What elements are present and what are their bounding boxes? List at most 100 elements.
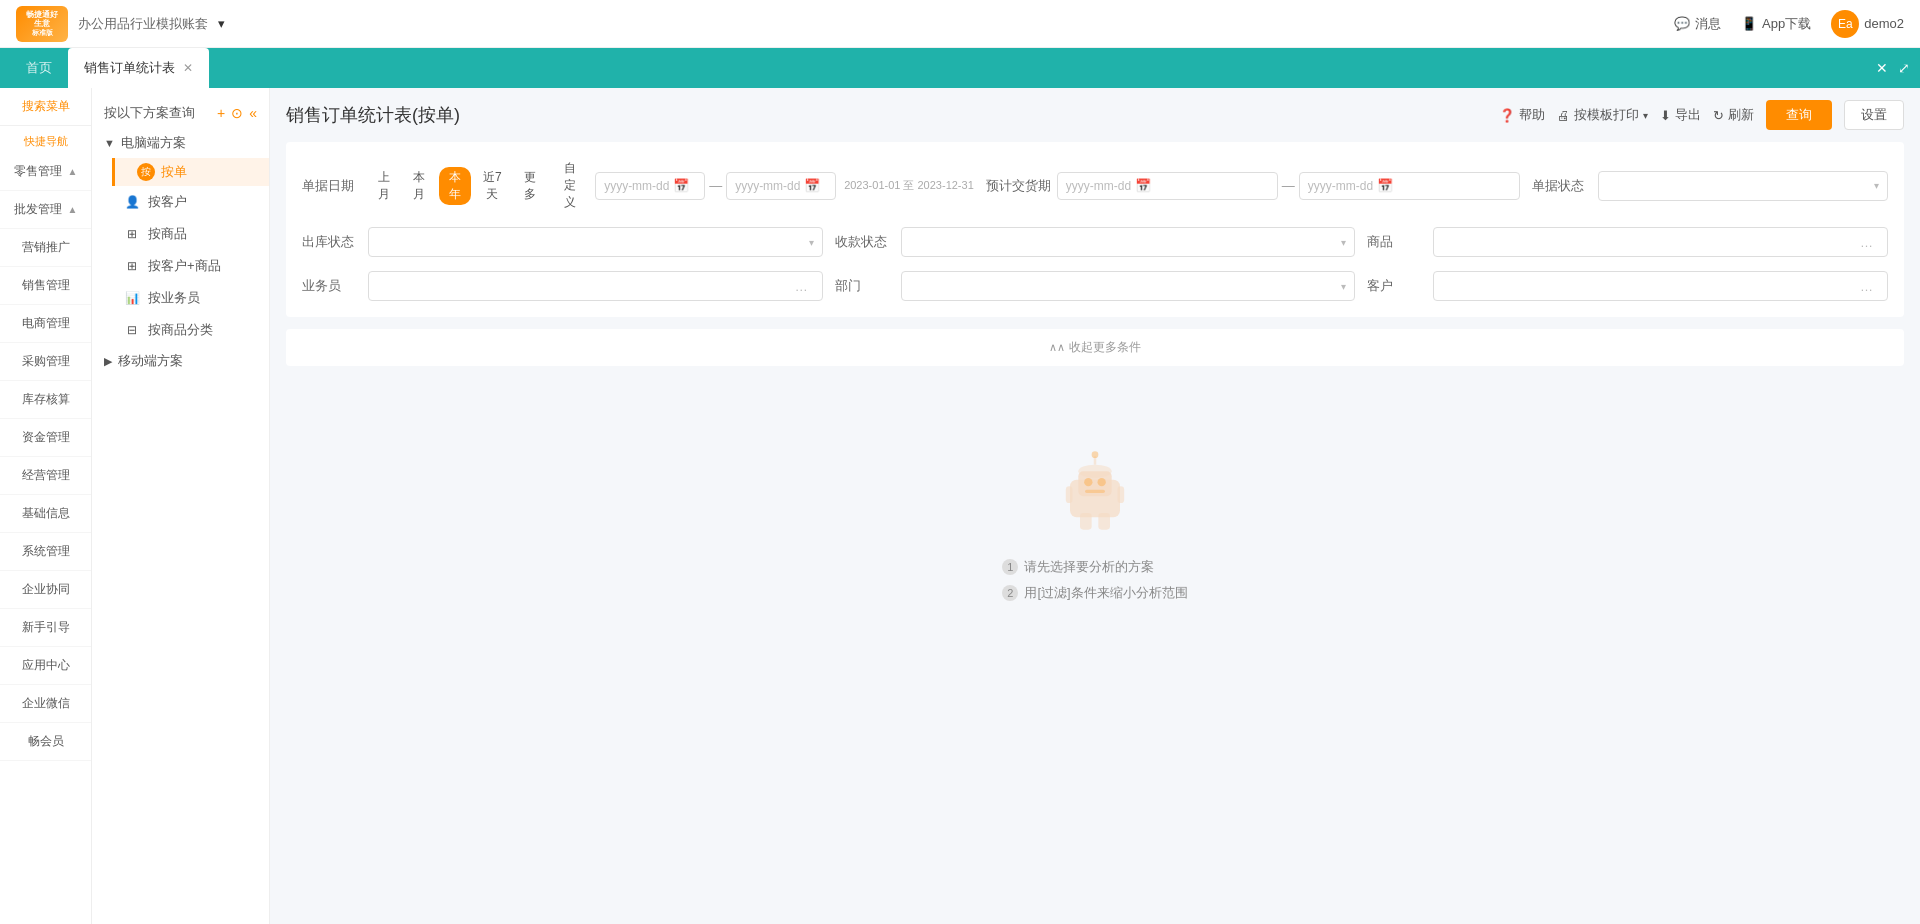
filter-department-col: 部门 ▾: [835, 271, 1356, 301]
sidebar-item-sales[interactable]: 销售管理: [0, 267, 91, 305]
filter-payment-col: 收款状态 ▾: [835, 227, 1356, 257]
scheme-by-salesperson[interactable]: 📊 按业务员: [112, 282, 269, 314]
sidebar-item-finance[interactable]: 资金管理: [0, 419, 91, 457]
query-button[interactable]: 查询: [1766, 100, 1832, 130]
ship-dropdown-icon: ▾: [809, 237, 814, 248]
filter-ship-col: 出库状态 ▾: [302, 227, 823, 257]
tabbar-actions: ✕ ⤢: [1876, 60, 1920, 76]
panel-section-pc[interactable]: ▼ 电脑端方案: [92, 128, 269, 158]
exp-calendar-end-icon: 📅: [1377, 178, 1393, 193]
sidebar-item-retail[interactable]: 零售管理 ▲: [0, 153, 91, 191]
settings-scheme-icon[interactable]: ⊙: [231, 105, 243, 121]
salesperson-select[interactable]: …: [368, 271, 823, 301]
tab-sales-report[interactable]: 销售订单统计表 ✕: [68, 48, 209, 88]
scheme-by-customer[interactable]: 👤 按客户: [112, 186, 269, 218]
customer-select[interactable]: …: [1433, 271, 1888, 301]
expected-date-label: 预计交货期: [986, 177, 1051, 195]
scheme-active-indicator: 按: [137, 163, 155, 181]
order-status-select[interactable]: ▾: [1598, 171, 1888, 201]
filter-salesperson-col: 业务员 …: [302, 271, 823, 301]
empty-tip-1: 1 请先选择要分析的方案: [1002, 558, 1187, 576]
chevron-icon: ▲: [68, 166, 78, 177]
person-icon: 👤: [124, 194, 140, 210]
payment-status-select[interactable]: ▾: [901, 227, 1356, 257]
order-status-label: 单据状态: [1532, 177, 1592, 195]
empty-tip-2: 2 用[过滤]条件来缩小分析范围: [1002, 584, 1187, 602]
user-menu[interactable]: Ea demo2: [1831, 10, 1904, 38]
expand-arrow2-icon: ▶: [104, 355, 112, 368]
message-btn[interactable]: 💬 消息: [1674, 15, 1721, 33]
topbar-dropdown[interactable]: ▾: [218, 16, 225, 31]
download-icon: 📱: [1741, 16, 1757, 31]
sidebar-item-system[interactable]: 系统管理: [0, 533, 91, 571]
customer-more-icon[interactable]: …: [1854, 279, 1879, 294]
salesperson-more-icon[interactable]: …: [789, 279, 814, 294]
expected-date-start-input[interactable]: yyyy-mm-dd 📅: [1057, 172, 1278, 200]
sidebar-item-wechat[interactable]: 企业微信: [0, 685, 91, 723]
export-icon: ⬇: [1660, 108, 1671, 123]
date-start-input[interactable]: yyyy-mm-dd 📅: [595, 172, 705, 200]
product-label: 商品: [1367, 233, 1427, 251]
help-btn[interactable]: ❓ 帮助: [1499, 106, 1545, 124]
department-label: 部门: [835, 277, 895, 295]
grid-icon: ⊞: [124, 226, 140, 242]
app-download-btn[interactable]: 📱 App下载: [1741, 15, 1811, 33]
topbar-left: 畅捷通好 生意 标准版 办公用品行业模拟账套 ▾: [16, 6, 225, 42]
customer-label: 客户: [1367, 277, 1427, 295]
sidebar-item-wholesale[interactable]: 批发管理 ▲: [0, 191, 91, 229]
help-icon: ❓: [1499, 108, 1515, 123]
date-btn-more[interactable]: 更多: [514, 167, 546, 205]
refresh-btn[interactable]: ↻ 刷新: [1713, 106, 1754, 124]
scheme-by-category[interactable]: ⊟ 按商品分类: [112, 314, 269, 346]
main-layout: 搜索菜单 快捷导航 零售管理 ▲ 批发管理 ▲ 营销推广 销售管理 电商管理 采…: [0, 88, 1920, 924]
department-select[interactable]: ▾: [901, 271, 1356, 301]
date-btn-this-year[interactable]: 本年: [439, 167, 471, 205]
sidebar-item-enterprise[interactable]: 企业协同: [0, 571, 91, 609]
sidebar-item-basics[interactable]: 基础信息: [0, 495, 91, 533]
collapse-bar[interactable]: ∧∧ 收起更多条件: [286, 329, 1904, 366]
sidebar-item-operations[interactable]: 经营管理: [0, 457, 91, 495]
avatar: Ea: [1831, 10, 1859, 38]
scheme-by-cust-prod[interactable]: ⊞ 按客户+商品: [112, 250, 269, 282]
add-scheme-icon[interactable]: +: [217, 105, 225, 121]
tab-maximize-icon[interactable]: ⤢: [1898, 60, 1910, 76]
scheme-by-product[interactable]: ⊞ 按商品: [112, 218, 269, 250]
left-panel: 按以下方案查询 + ⊙ « ▼ 电脑端方案 按 按单 👤: [92, 88, 270, 924]
sidebar-nav-title[interactable]: 快捷导航: [0, 126, 91, 153]
product-select[interactable]: …: [1433, 227, 1888, 257]
setting-button[interactable]: 设置: [1844, 100, 1904, 130]
panel-section-mobile[interactable]: ▶ 移动端方案: [92, 346, 269, 376]
date-btn-custom[interactable]: 自定义: [550, 158, 589, 213]
date-btn-last7[interactable]: 近7天: [475, 167, 511, 205]
sidebar-item-member[interactable]: 畅会员: [0, 723, 91, 761]
date-btn-this-month[interactable]: 本月: [404, 167, 436, 205]
print-btn[interactable]: 🖨 按模板打印 ▾: [1557, 106, 1648, 124]
collapse-panel-icon[interactable]: «: [249, 105, 257, 121]
scheme-by-order-selected[interactable]: 按 按单: [112, 158, 269, 186]
tab-minimize-icon[interactable]: ✕: [1876, 60, 1888, 76]
export-btn[interactable]: ⬇ 导出: [1660, 106, 1701, 124]
date-btn-last-month[interactable]: 上月: [368, 167, 400, 205]
date-quick-buttons: 上月 本月 本年 近7天 更多 自定义: [368, 158, 589, 213]
tab-home[interactable]: 首页: [10, 48, 68, 88]
sidebar-search[interactable]: 搜索菜单: [0, 88, 91, 126]
product-more-icon[interactable]: …: [1854, 235, 1879, 250]
sidebar-item-purchase[interactable]: 采购管理: [0, 343, 91, 381]
filter-expected-date-col: 预计交货期 yyyy-mm-dd 📅 — yyyy-mm-dd 📅: [986, 172, 1520, 200]
right-panel: 销售订单统计表(按单) ❓ 帮助 🖨 按模板打印 ▾ ⬇ 导出: [270, 88, 1920, 924]
filter-customer-col: 客户 …: [1367, 271, 1888, 301]
expected-date-end-input[interactable]: yyyy-mm-dd 📅: [1299, 172, 1520, 200]
sidebar-item-ecommerce[interactable]: 电商管理: [0, 305, 91, 343]
sidebar-item-appstore[interactable]: 应用中心: [0, 647, 91, 685]
expand-arrow-icon: ▼: [104, 137, 115, 149]
date-end-input[interactable]: yyyy-mm-dd 📅: [726, 172, 836, 200]
panel-header-actions: + ⊙ «: [217, 105, 257, 121]
sidebar-item-newbie[interactable]: 新手引导: [0, 609, 91, 647]
ship-status-select[interactable]: ▾: [368, 227, 823, 257]
collapse-up-icon: ∧∧: [1049, 341, 1065, 354]
sidebar-item-inventory[interactable]: 库存核算: [0, 381, 91, 419]
topbar-title: 办公用品行业模拟账套: [78, 15, 208, 33]
sidebar-item-marketing[interactable]: 营销推广: [0, 229, 91, 267]
tab-close-icon[interactable]: ✕: [183, 61, 193, 75]
svg-rect-8: [1098, 513, 1110, 530]
